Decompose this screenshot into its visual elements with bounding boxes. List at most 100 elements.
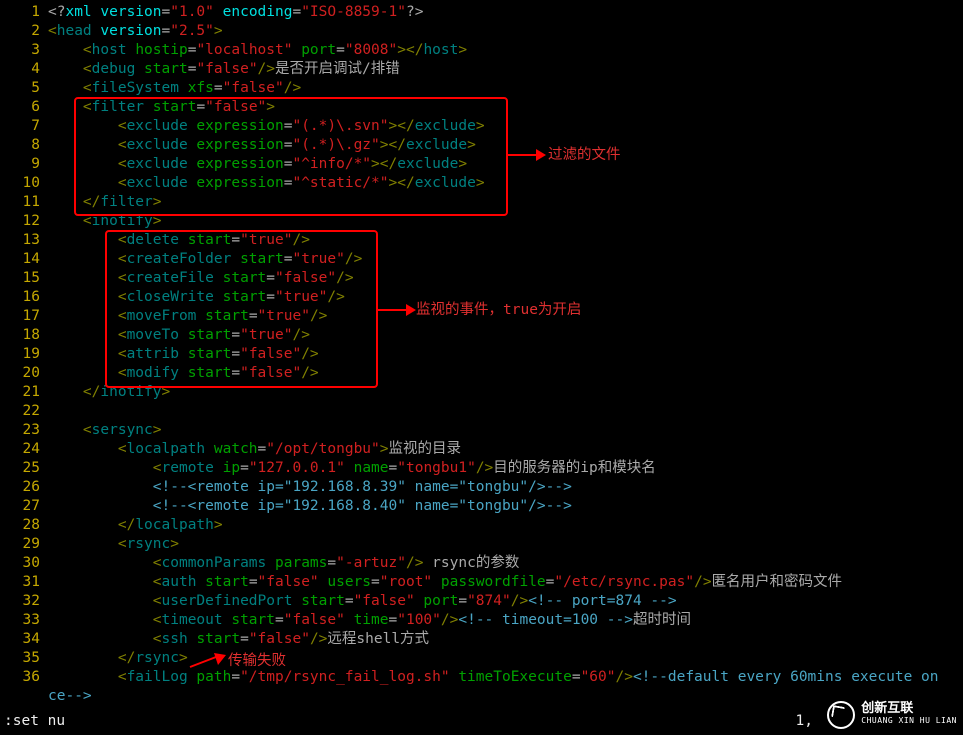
line-number: 28 [0, 516, 48, 535]
line-number: 7 [0, 117, 48, 136]
code-line[interactable]: 32 <userDefinedPort start="false" port="… [0, 592, 963, 611]
line-number: 32 [0, 592, 48, 611]
code-content[interactable]: <auth start="false" users="root" passwor… [48, 573, 963, 592]
line-number: 27 [0, 497, 48, 516]
code-content[interactable]: </inotify> [48, 383, 963, 402]
line-number: 11 [0, 193, 48, 212]
code-line[interactable]: 15 <createFile start="false"/> [0, 269, 963, 288]
code-content[interactable]: <exclude expression="(.*)\.svn"></exclud… [48, 117, 963, 136]
code-line[interactable]: 6 <filter start="false"> [0, 98, 963, 117]
line-number: 6 [0, 98, 48, 117]
code-line[interactable]: 26 <!--<remote ip="192.168.8.39" name="t… [0, 478, 963, 497]
line-number: 1 [0, 3, 48, 22]
code-editor[interactable]: 1<?xml version="1.0" encoding="ISO-8859-… [0, 0, 963, 706]
code-content[interactable]: <delete start="true"/> [48, 231, 963, 250]
code-content[interactable]: <debug start="false"/>是否开启调试/排错 [48, 60, 963, 79]
code-content[interactable]: <createFile start="false"/> [48, 269, 963, 288]
code-content[interactable]: <inotify> [48, 212, 963, 231]
code-line[interactable]: 4 <debug start="false"/>是否开启调试/排错 [0, 60, 963, 79]
code-content[interactable]: <exclude expression="^info/*"></exclude> [48, 155, 963, 174]
code-content[interactable]: <exclude expression="(.*)\.gz"></exclude… [48, 136, 963, 155]
code-line[interactable]: 11 </filter> [0, 193, 963, 212]
code-line[interactable]: 27 <!--<remote ip="192.168.8.40" name="t… [0, 497, 963, 516]
code-line[interactable]: 33 <timeout start="false" time="100"/><!… [0, 611, 963, 630]
line-number: 35 [0, 649, 48, 668]
code-content[interactable]: <host hostip="localhost" port="8008"></h… [48, 41, 963, 60]
code-content[interactable]: <rsync> [48, 535, 963, 554]
code-line[interactable]: 24 <localpath watch="/opt/tongbu">监视的目录 [0, 440, 963, 459]
code-line[interactable]: 8 <exclude expression="(.*)\.gz"></exclu… [0, 136, 963, 155]
code-content[interactable]: <!--<remote ip="192.168.8.40" name="tong… [48, 497, 963, 516]
line-number: 9 [0, 155, 48, 174]
line-number: 20 [0, 364, 48, 383]
code-line[interactable]: 14 <createFolder start="true"/> [0, 250, 963, 269]
code-content[interactable]: <?xml version="1.0" encoding="ISO-8859-1… [48, 3, 963, 22]
code-content[interactable]: <commonParams params="-artuz"/> rsync的参数 [48, 554, 963, 573]
code-content[interactable]: <sersync> [48, 421, 963, 440]
code-line[interactable]: 5 <fileSystem xfs="false"/> [0, 79, 963, 98]
code-content[interactable]: <timeout start="false" time="100"/><!-- … [48, 611, 963, 630]
line-number: 10 [0, 174, 48, 193]
code-line[interactable]: 1<?xml version="1.0" encoding="ISO-8859-… [0, 3, 963, 22]
code-line[interactable]: 3 <host hostip="localhost" port="8008"><… [0, 41, 963, 60]
status-cursor-pos: 1, [796, 712, 813, 731]
code-content[interactable]: <ssh start="false"/>远程shell方式 [48, 630, 963, 649]
code-line[interactable]: 12 <inotify> [0, 212, 963, 231]
code-line[interactable]: ce--> [0, 687, 963, 706]
code-line[interactable]: 35 </rsync> [0, 649, 963, 668]
status-command: :set nu [4, 712, 65, 731]
line-number: 31 [0, 573, 48, 592]
code-content[interactable]: ce--> [48, 687, 963, 706]
line-number: 23 [0, 421, 48, 440]
annot-transfer-fail: 传输失败 [228, 652, 286, 671]
code-line[interactable]: 23 <sersync> [0, 421, 963, 440]
line-number: 26 [0, 478, 48, 497]
code-content[interactable]: <head version="2.5"> [48, 22, 963, 41]
code-content[interactable]: <userDefinedPort start="false" port="874… [48, 592, 963, 611]
line-number: 5 [0, 79, 48, 98]
line-number: 18 [0, 326, 48, 345]
code-line[interactable]: 34 <ssh start="false"/>远程shell方式 [0, 630, 963, 649]
code-line[interactable]: 9 <exclude expression="^info/*"></exclud… [0, 155, 963, 174]
code-content[interactable]: </rsync> [48, 649, 963, 668]
line-number: 16 [0, 288, 48, 307]
code-line[interactable]: 18 <moveTo start="true"/> [0, 326, 963, 345]
code-line[interactable]: 2<head version="2.5"> [0, 22, 963, 41]
code-content[interactable]: <exclude expression="^static/*"></exclud… [48, 174, 963, 193]
watermark-line1: 创新互联 [861, 703, 957, 715]
code-line[interactable]: 20 <modify start="false"/> [0, 364, 963, 383]
code-line[interactable]: 10 <exclude expression="^static/*"></exc… [0, 174, 963, 193]
code-line[interactable]: 13 <delete start="true"/> [0, 231, 963, 250]
code-line[interactable]: 29 <rsync> [0, 535, 963, 554]
code-content[interactable]: <remote ip="127.0.0.1" name="tongbu1"/>目… [48, 459, 963, 478]
code-line[interactable]: 7 <exclude expression="(.*)\.svn"></excl… [0, 117, 963, 136]
code-line[interactable]: 22 [0, 402, 963, 421]
code-content[interactable]: <localpath watch="/opt/tongbu">监视的目录 [48, 440, 963, 459]
code-line[interactable]: 36 <failLog path="/tmp/rsync_fail_log.sh… [0, 668, 963, 687]
code-line[interactable]: 25 <remote ip="127.0.0.1" name="tongbu1"… [0, 459, 963, 478]
line-number: 33 [0, 611, 48, 630]
code-content[interactable]: <modify start="false"/> [48, 364, 963, 383]
line-number: 24 [0, 440, 48, 459]
line-number [0, 687, 48, 706]
code-line[interactable]: 30 <commonParams params="-artuz"/> rsync… [0, 554, 963, 573]
line-number: 3 [0, 41, 48, 60]
code-content[interactable]: </filter> [48, 193, 963, 212]
code-line[interactable]: 21 </inotify> [0, 383, 963, 402]
code-line[interactable]: 28 </localpath> [0, 516, 963, 535]
code-content[interactable]: <failLog path="/tmp/rsync_fail_log.sh" t… [48, 668, 963, 687]
line-number: 13 [0, 231, 48, 250]
code-line[interactable]: 19 <attrib start="false"/> [0, 345, 963, 364]
line-number: 21 [0, 383, 48, 402]
line-number: 22 [0, 402, 48, 421]
annot-filtered-files: 过滤的文件 [548, 146, 621, 165]
code-content[interactable]: <attrib start="false"/> [48, 345, 963, 364]
code-content[interactable]: <moveTo start="true"/> [48, 326, 963, 345]
code-content[interactable]: <filter start="false"> [48, 98, 963, 117]
code-content[interactable]: <createFolder start="true"/> [48, 250, 963, 269]
code-content[interactable]: <fileSystem xfs="false"/> [48, 79, 963, 98]
code-content[interactable]: </localpath> [48, 516, 963, 535]
code-content[interactable]: <!--<remote ip="192.168.8.39" name="tong… [48, 478, 963, 497]
code-content[interactable] [48, 402, 963, 421]
code-line[interactable]: 31 <auth start="false" users="root" pass… [0, 573, 963, 592]
